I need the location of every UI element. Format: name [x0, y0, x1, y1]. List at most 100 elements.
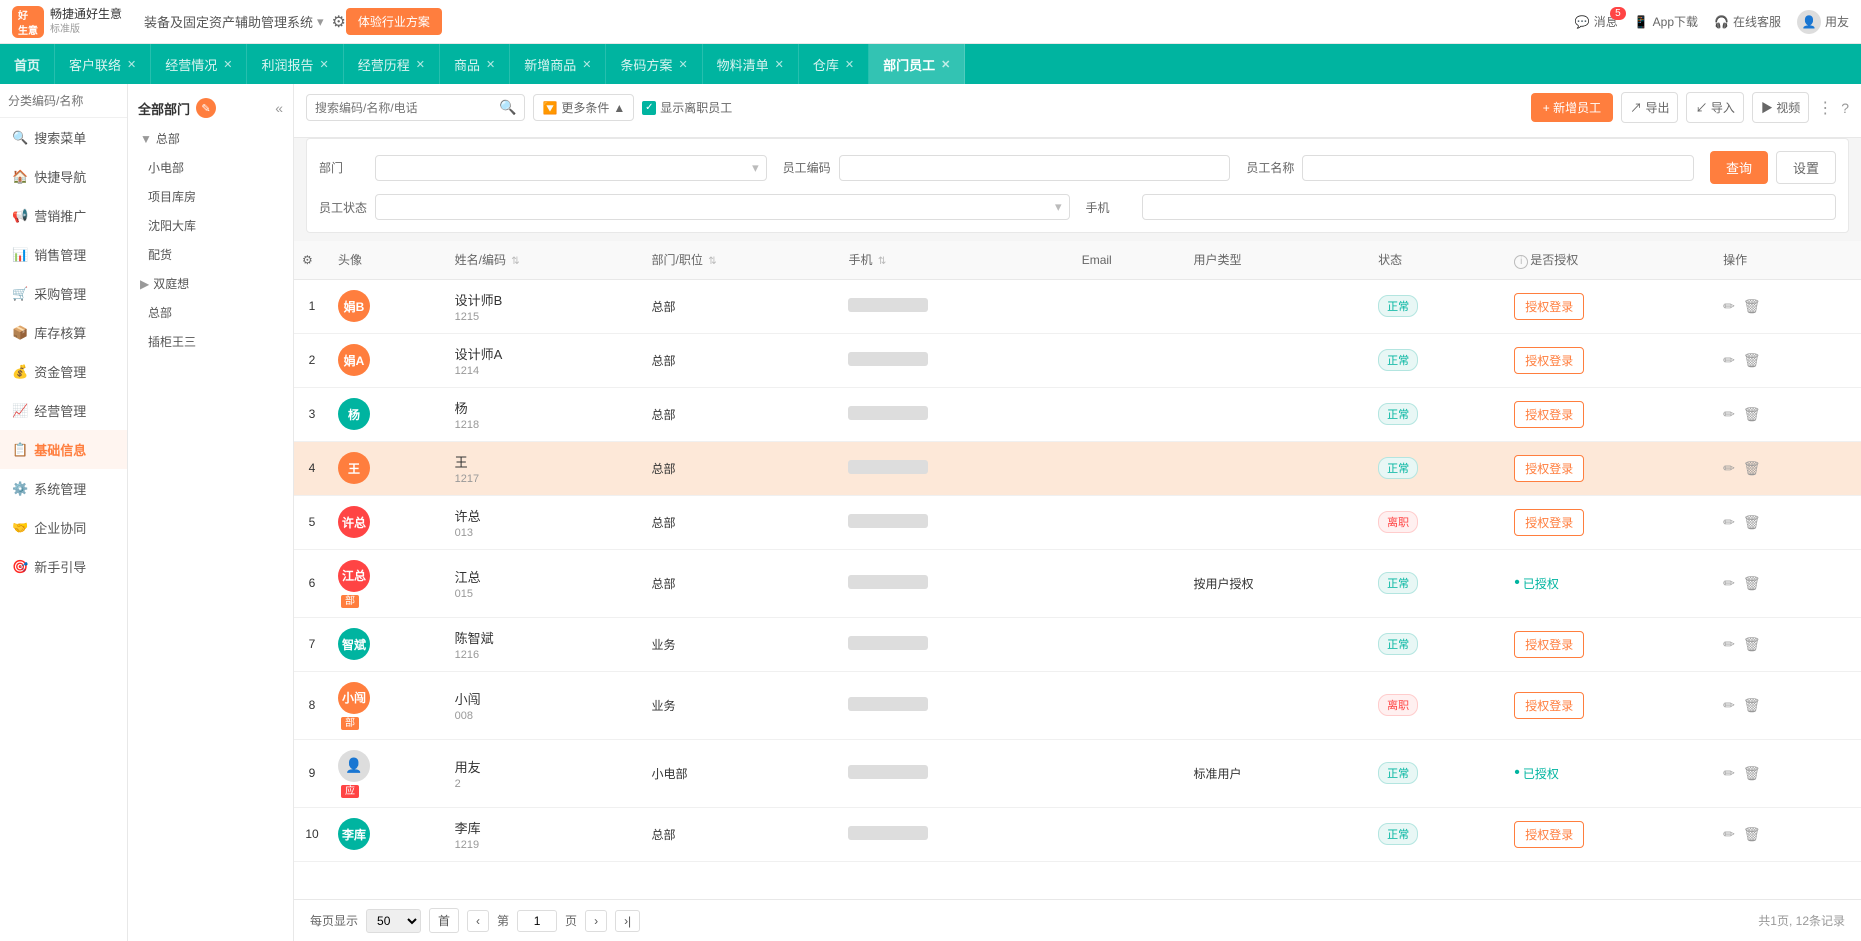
delete-button[interactable]: 🗑 — [1743, 826, 1761, 843]
sidebar-item-search[interactable]: 🔍 搜索菜单 — [0, 118, 127, 157]
query-button[interactable]: 查询 — [1710, 151, 1768, 184]
tab-profit[interactable]: 利润报告 ✕ — [247, 44, 343, 84]
sidebar-item-operation[interactable]: 📈 经营管理 — [0, 391, 127, 430]
phone-input[interactable] — [1142, 194, 1837, 220]
dept-group-shuangcheng[interactable]: ▶ 双庭想 — [128, 269, 293, 298]
reset-button[interactable]: 设置 — [1776, 151, 1836, 184]
auth-login-button[interactable]: 授权登录 — [1514, 692, 1584, 719]
close-process-tab[interactable]: ✕ — [416, 58, 425, 71]
edit-button[interactable]: ✏ — [1723, 697, 1735, 714]
delete-button[interactable]: 🗑 — [1743, 514, 1761, 531]
tab-material[interactable]: 物料清单 ✕ — [703, 44, 799, 84]
user-action[interactable]: 👤 用友 — [1797, 10, 1849, 34]
sidebar-item-marketing[interactable]: 📢 营销推广 — [0, 196, 127, 235]
dept-item-xiaodian[interactable]: 小电部 — [128, 153, 293, 182]
tab-barcode[interactable]: 条码方案 ✕ — [606, 44, 702, 84]
sidebar-item-capital[interactable]: 💰 资金管理 — [0, 352, 127, 391]
edit-button[interactable]: ✏ — [1723, 406, 1735, 423]
edit-button[interactable]: ✏ — [1723, 826, 1735, 843]
dept-collapse-button[interactable]: « — [275, 100, 283, 116]
message-action[interactable]: 💬 消息 5 — [1575, 13, 1618, 30]
auth-login-button[interactable]: 授权登录 — [1514, 631, 1584, 658]
page-input[interactable] — [517, 910, 557, 932]
dept-item-xiangmu[interactable]: 项目库房 — [128, 182, 293, 211]
col-name[interactable]: 姓名/编码 ⇅ — [447, 241, 644, 279]
dept-item-shenyang[interactable]: 沈阳大库 — [128, 211, 293, 240]
more-filter-button[interactable]: 🔽 更多条件 ▲ — [533, 94, 634, 121]
help-icon[interactable]: ? — [1841, 100, 1849, 116]
edit-button[interactable]: ✏ — [1723, 352, 1735, 369]
close-profit-tab[interactable]: ✕ — [320, 58, 329, 71]
sidebar-search-input[interactable] — [8, 94, 128, 108]
search-icon[interactable]: 🔍 — [499, 99, 516, 116]
close-newgoods-tab[interactable]: ✕ — [582, 58, 591, 71]
tab-employee[interactable]: 部门员工 ✕ — [869, 44, 965, 84]
delete-button[interactable]: 🗑 — [1743, 298, 1761, 315]
delete-button[interactable]: 🗑 — [1743, 697, 1761, 714]
dept-header[interactable]: 全部部门 ✎ « — [128, 92, 293, 124]
dept-group-zongbu[interactable]: ▼ 总部 — [128, 124, 293, 153]
col-settings[interactable]: ⚙ — [294, 241, 330, 279]
last-page-button[interactable]: ›| — [615, 910, 640, 932]
sidebar-item-sales[interactable]: 📊 销售管理 — [0, 235, 127, 274]
delete-button[interactable]: 🗑 — [1743, 406, 1761, 423]
tab-home[interactable]: 首页 — [0, 44, 55, 84]
sidebar-item-guide[interactable]: 🎯 新手引导 — [0, 547, 127, 586]
emp-name-input[interactable] — [1302, 155, 1694, 181]
add-employee-button[interactable]: + 新增员工 — [1531, 93, 1613, 122]
close-finance-tab[interactable]: ✕ — [223, 58, 232, 71]
sidebar-item-basic[interactable]: 📋 基础信息 — [0, 430, 127, 469]
emp-code-input[interactable] — [839, 155, 1231, 181]
page-size-select[interactable]: 50 100 200 — [366, 909, 421, 933]
dept-item-zongbu2[interactable]: 总部 — [128, 298, 293, 327]
edit-button[interactable]: ✏ — [1723, 765, 1735, 782]
edit-button[interactable]: ✏ — [1723, 636, 1735, 653]
auth-login-button[interactable]: 授权登录 — [1514, 455, 1584, 482]
app-download-action[interactable]: 📱 App下载 — [1634, 13, 1698, 30]
tab-newgoods[interactable]: 新增商品 ✕ — [510, 44, 606, 84]
prev-page-button[interactable]: ‹ — [467, 910, 489, 932]
sidebar-item-system[interactable]: ⚙️ 系统管理 — [0, 469, 127, 508]
tab-customer[interactable]: 客户联络 ✕ — [55, 44, 151, 84]
dropdown-arrow[interactable]: ▾ — [317, 14, 324, 30]
dept-select[interactable] — [375, 155, 767, 181]
close-employee-tab[interactable]: ✕ — [941, 58, 950, 71]
auth-login-button[interactable]: 授权登录 — [1514, 401, 1584, 428]
sidebar-item-inventory[interactable]: 📦 库存核算 — [0, 313, 127, 352]
tab-warehouse[interactable]: 仓库 ✕ — [799, 44, 869, 84]
auth-login-button[interactable]: 授权登录 — [1514, 347, 1584, 374]
first-page-button[interactable]: 首 — [429, 908, 459, 933]
import-button[interactable]: ↙ 导入 — [1686, 92, 1743, 123]
sidebar-item-cooperation[interactable]: 🤝 企业协同 — [0, 508, 127, 547]
dept-manage-button[interactable]: ✎ — [196, 98, 216, 118]
sidebar-item-purchase[interactable]: 🛒 采购管理 — [0, 274, 127, 313]
tab-process[interactable]: 经营历程 ✕ — [344, 44, 440, 84]
auth-login-button[interactable]: 授权登录 — [1514, 293, 1584, 320]
search-input[interactable] — [315, 101, 495, 115]
close-warehouse-tab[interactable]: ✕ — [845, 58, 854, 71]
edit-button[interactable]: ✏ — [1723, 514, 1735, 531]
dept-item-peihuo[interactable]: 配货 — [128, 240, 293, 269]
edit-button[interactable]: ✏ — [1723, 575, 1735, 592]
tab-goods[interactable]: 商品 ✕ — [440, 44, 510, 84]
dept-item-chabuwangsan[interactable]: 插柜王三 — [128, 327, 293, 356]
tab-finance[interactable]: 经营情况 ✕ — [151, 44, 247, 84]
show-resigned-checkbox[interactable]: ✓ — [642, 101, 656, 115]
auth-login-button[interactable]: 授权登录 — [1514, 821, 1584, 848]
settings-button[interactable]: ⚙ — [332, 12, 346, 32]
show-resigned-toggle[interactable]: ✓ 显示离职员工 — [642, 99, 732, 116]
auth-login-button[interactable]: 授权登录 — [1514, 509, 1584, 536]
delete-button[interactable]: 🗑 — [1743, 460, 1761, 477]
export-button[interactable]: ↗ 导出 — [1621, 92, 1678, 123]
delete-button[interactable]: 🗑 — [1743, 636, 1761, 653]
delete-button[interactable]: 🗑 — [1743, 575, 1761, 592]
edit-button[interactable]: ✏ — [1723, 298, 1735, 315]
col-phone[interactable]: 手机 ⇅ — [840, 241, 1073, 279]
delete-button[interactable]: 🗑 — [1743, 765, 1761, 782]
status-select[interactable] — [375, 194, 1070, 220]
more-options-icon[interactable]: ⋮ — [1817, 98, 1833, 118]
next-page-button[interactable]: › — [585, 910, 607, 932]
col-dept[interactable]: 部门/职位 ⇅ — [644, 241, 841, 279]
sidebar-item-quick-nav[interactable]: 🏠 快捷导航 — [0, 157, 127, 196]
close-goods-tab[interactable]: ✕ — [486, 58, 495, 71]
